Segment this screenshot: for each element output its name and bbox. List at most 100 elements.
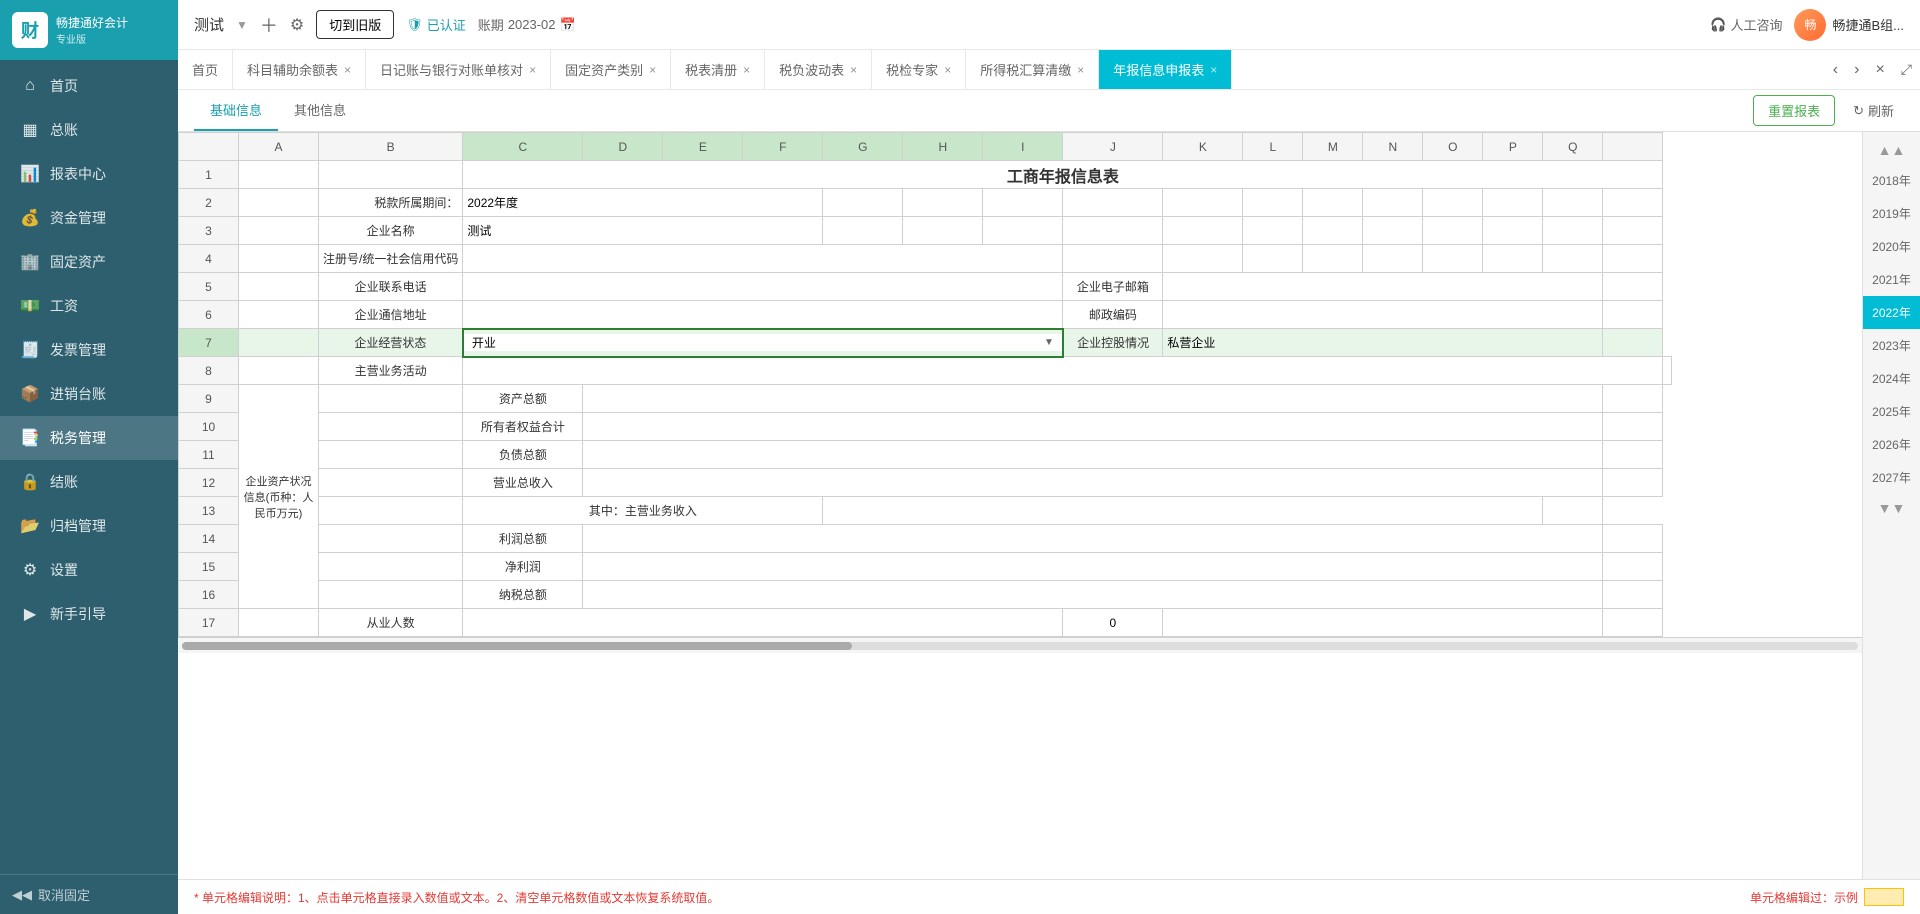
spreadsheet-wrapper[interactable]: A B C D E F G H I J K L (178, 132, 1862, 879)
sidebar-item-archive[interactable]: 📂 归档管理 (0, 504, 178, 548)
year-item-2026[interactable]: 2026年 (1863, 428, 1920, 461)
calendar-icon[interactable]: 📅 (560, 17, 576, 33)
cell-17-J[interactable]: 0 (1063, 609, 1163, 637)
col-header-J[interactable]: J (1063, 133, 1163, 161)
cell-5-C[interactable] (463, 273, 1063, 301)
horizontal-scrollbar[interactable] (182, 642, 1858, 650)
tab-close-journal-bank[interactable]: × (529, 63, 536, 77)
cell-11-B[interactable] (319, 441, 463, 469)
unpin-button[interactable]: ◀◀ 取消固定 (0, 874, 178, 914)
year-item-2027[interactable]: 2027年 (1863, 461, 1920, 494)
tab-expand-button[interactable]: ⤢ (1893, 61, 1920, 78)
tab-close-tax-expert[interactable]: × (944, 63, 951, 77)
cell-15-D[interactable] (583, 553, 1603, 581)
sidebar-item-funds[interactable]: 💰 资金管理 (0, 196, 178, 240)
cell-4-C[interactable] (463, 245, 1063, 273)
tab-prev-button[interactable]: ‹ (1825, 61, 1846, 79)
cell-3-L[interactable] (1243, 217, 1303, 245)
cell-3-G[interactable] (823, 217, 903, 245)
cell-2-M[interactable] (1303, 189, 1363, 217)
cell-6-K[interactable] (1163, 301, 1603, 329)
col-header-B[interactable]: B (319, 133, 463, 161)
tab-home[interactable]: 首页 (178, 50, 233, 89)
tab-close-tax-risk[interactable]: × (850, 63, 857, 77)
add-button[interactable]: ＋ (260, 12, 278, 38)
cell-12-B[interactable] (319, 469, 463, 497)
col-header-M[interactable]: M (1303, 133, 1363, 161)
cell-17-K[interactable] (1163, 609, 1603, 637)
cell-3-J[interactable] (1063, 217, 1163, 245)
year-item-2024[interactable]: 2024年 (1863, 362, 1920, 395)
cell-4-M[interactable] (1303, 245, 1363, 273)
col-header-G[interactable]: G (823, 133, 903, 161)
sidebar-item-assets[interactable]: 🏢 固定资产 (0, 240, 178, 284)
cell-1-A[interactable] (239, 161, 319, 189)
cell-7-A[interactable] (239, 329, 319, 357)
cell-3-C[interactable]: 测试 (463, 217, 823, 245)
cell-3-M[interactable] (1303, 217, 1363, 245)
refresh-button[interactable]: ↻ 刷新 (1843, 96, 1904, 125)
tab-journal-bank[interactable]: 日记账与银行对账单核对 × (366, 50, 551, 89)
cell-9-D[interactable] (583, 385, 1603, 413)
reset-button[interactable]: 重置报表 (1753, 95, 1835, 126)
tab-fixed-assets-cat[interactable]: 固定资产类别 × (551, 50, 671, 89)
tab-close-tax-form[interactable]: × (743, 63, 750, 77)
cell-4-Q[interactable] (1543, 245, 1603, 273)
cell-8-C[interactable] (463, 357, 1663, 385)
user-menu[interactable]: 畅 畅捷通B组... (1794, 9, 1904, 41)
cell-2-Q[interactable] (1543, 189, 1603, 217)
cell-4-P[interactable] (1483, 245, 1543, 273)
tab-close-annual-report[interactable]: × (1210, 63, 1217, 77)
sidebar-item-guide[interactable]: ▶ 新手引导 (0, 592, 178, 636)
year-item-2022[interactable]: 2022年 (1863, 296, 1920, 329)
col-header-N[interactable]: N (1363, 133, 1423, 161)
cell-16-B[interactable] (319, 581, 463, 609)
cell-3-I[interactable] (983, 217, 1063, 245)
col-header-L[interactable]: L (1243, 133, 1303, 161)
sidebar-item-settings[interactable]: ⚙ 设置 (0, 548, 178, 592)
cell-2-N[interactable] (1363, 189, 1423, 217)
cell-2-C[interactable]: 2022年度 (463, 189, 823, 217)
col-header-A[interactable]: A (239, 133, 319, 161)
cell-14-D[interactable] (583, 525, 1603, 553)
cell-16-D[interactable] (583, 581, 1603, 609)
cell-7-K[interactable]: 私营企业 (1163, 329, 1603, 357)
tab-tax-risk[interactable]: 税负波动表 × (765, 50, 872, 89)
cell-9-B[interactable] (319, 385, 463, 413)
cell-3-Q[interactable] (1543, 217, 1603, 245)
sidebar-item-reports[interactable]: 📊 报表中心 (0, 152, 178, 196)
cell-2-I[interactable] (983, 189, 1063, 217)
sidebar-item-tax[interactable]: 📑 税务管理 (0, 416, 178, 460)
col-header-E[interactable]: E (663, 133, 743, 161)
year-item-2023[interactable]: 2023年 (1863, 329, 1920, 362)
sidebar-item-ledger[interactable]: ▦ 总账 (0, 108, 178, 152)
tab-close-all-button[interactable]: × (1867, 61, 1892, 79)
cell-17-C[interactable] (463, 609, 1063, 637)
cell-2-L[interactable] (1243, 189, 1303, 217)
cell-13-G[interactable] (823, 497, 1543, 525)
cell-11-D[interactable] (583, 441, 1603, 469)
year-item-2025[interactable]: 2025年 (1863, 395, 1920, 428)
col-header-C[interactable]: C (463, 133, 583, 161)
cell-4-O[interactable] (1423, 245, 1483, 273)
year-scroll-up-button[interactable]: ▲▲ (1863, 136, 1920, 164)
col-header-D[interactable]: D (583, 133, 663, 161)
cell-4-J[interactable] (1063, 245, 1163, 273)
cell-5-K[interactable] (1163, 273, 1603, 301)
sidebar-item-home[interactable]: ⌂ 首页 (0, 64, 178, 108)
settings-button[interactable]: ⚙ (290, 15, 304, 35)
cell-2-J[interactable] (1063, 189, 1163, 217)
cell-4-L[interactable] (1243, 245, 1303, 273)
switch-version-button[interactable]: 切到旧版 (316, 10, 394, 39)
scrollbar-thumb[interactable] (182, 642, 852, 650)
sub-tab-other[interactable]: 其他信息 (278, 90, 362, 131)
cell-5-A[interactable] (239, 273, 319, 301)
cell-2-H[interactable] (903, 189, 983, 217)
cell-3-A[interactable] (239, 217, 319, 245)
service-button[interactable]: 🎧 人工咨询 (1710, 15, 1782, 34)
cell-7-dropdown[interactable]: 开业 ▼ (463, 329, 1063, 357)
cell-10-B[interactable] (319, 413, 463, 441)
cell-13-B[interactable] (319, 497, 463, 525)
col-header-Q[interactable]: Q (1543, 133, 1603, 161)
cell-12-D[interactable] (583, 469, 1603, 497)
